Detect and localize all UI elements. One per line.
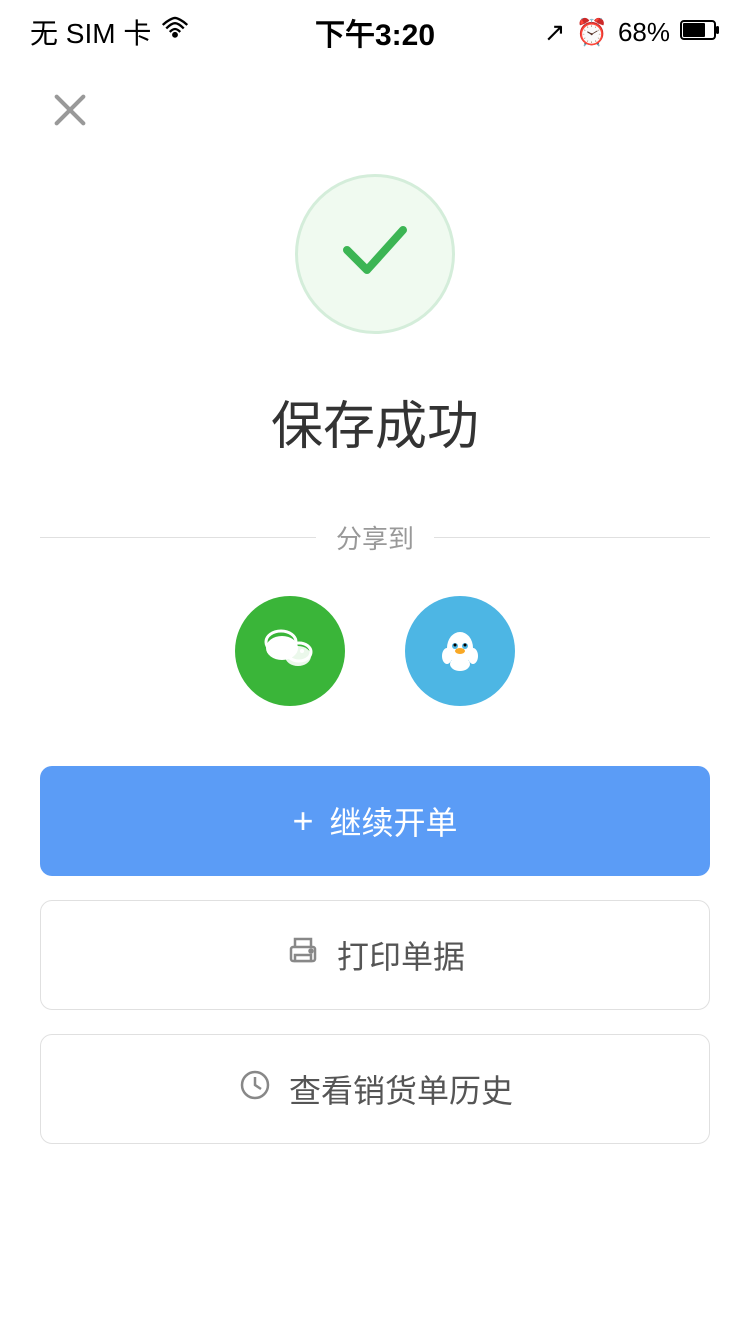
- location-icon: ↗: [544, 17, 566, 48]
- continue-plus-icon: +: [292, 800, 313, 842]
- status-left: 无 SIM 卡: [30, 12, 189, 52]
- print-label: 打印单据: [337, 932, 465, 978]
- divider-right: [434, 537, 710, 538]
- battery-percentage: 68%: [618, 17, 670, 48]
- success-title: 保存成功: [271, 384, 479, 459]
- history-button[interactable]: 查看销货单历史: [40, 1034, 710, 1144]
- action-buttons: + 继续开单 打印单据 查看销货单历史: [0, 766, 750, 1144]
- continue-button[interactable]: + 继续开单: [40, 766, 710, 876]
- battery-icon: [680, 17, 720, 48]
- continue-label: 继续开单: [330, 798, 458, 844]
- status-right: ↗ ⏰ 68%: [544, 17, 720, 48]
- no-sim-text: 无 SIM 卡: [30, 12, 151, 52]
- print-icon: [285, 933, 321, 977]
- wifi-icon: [161, 15, 189, 50]
- share-divider: 分享到: [40, 519, 710, 556]
- share-icons-container: [40, 596, 710, 706]
- status-time: 下午3:20: [315, 10, 435, 54]
- check-icon: [335, 208, 415, 301]
- success-icon-circle: [295, 174, 455, 334]
- share-label: 分享到: [316, 519, 434, 556]
- divider-left: [40, 537, 316, 538]
- history-icon: [237, 1067, 273, 1111]
- close-button[interactable]: [40, 80, 100, 140]
- print-button[interactable]: 打印单据: [40, 900, 710, 1010]
- wechat-share-button[interactable]: [235, 596, 345, 706]
- share-section: 分享到: [0, 519, 750, 706]
- history-label: 查看销货单历史: [289, 1066, 513, 1112]
- qq-share-button[interactable]: [405, 596, 515, 706]
- alarm-icon: ⏰: [576, 17, 608, 48]
- main-content: 保存成功 分享到: [0, 64, 750, 1144]
- status-bar: 无 SIM 卡 下午3:20 ↗ ⏰ 68%: [0, 0, 750, 64]
